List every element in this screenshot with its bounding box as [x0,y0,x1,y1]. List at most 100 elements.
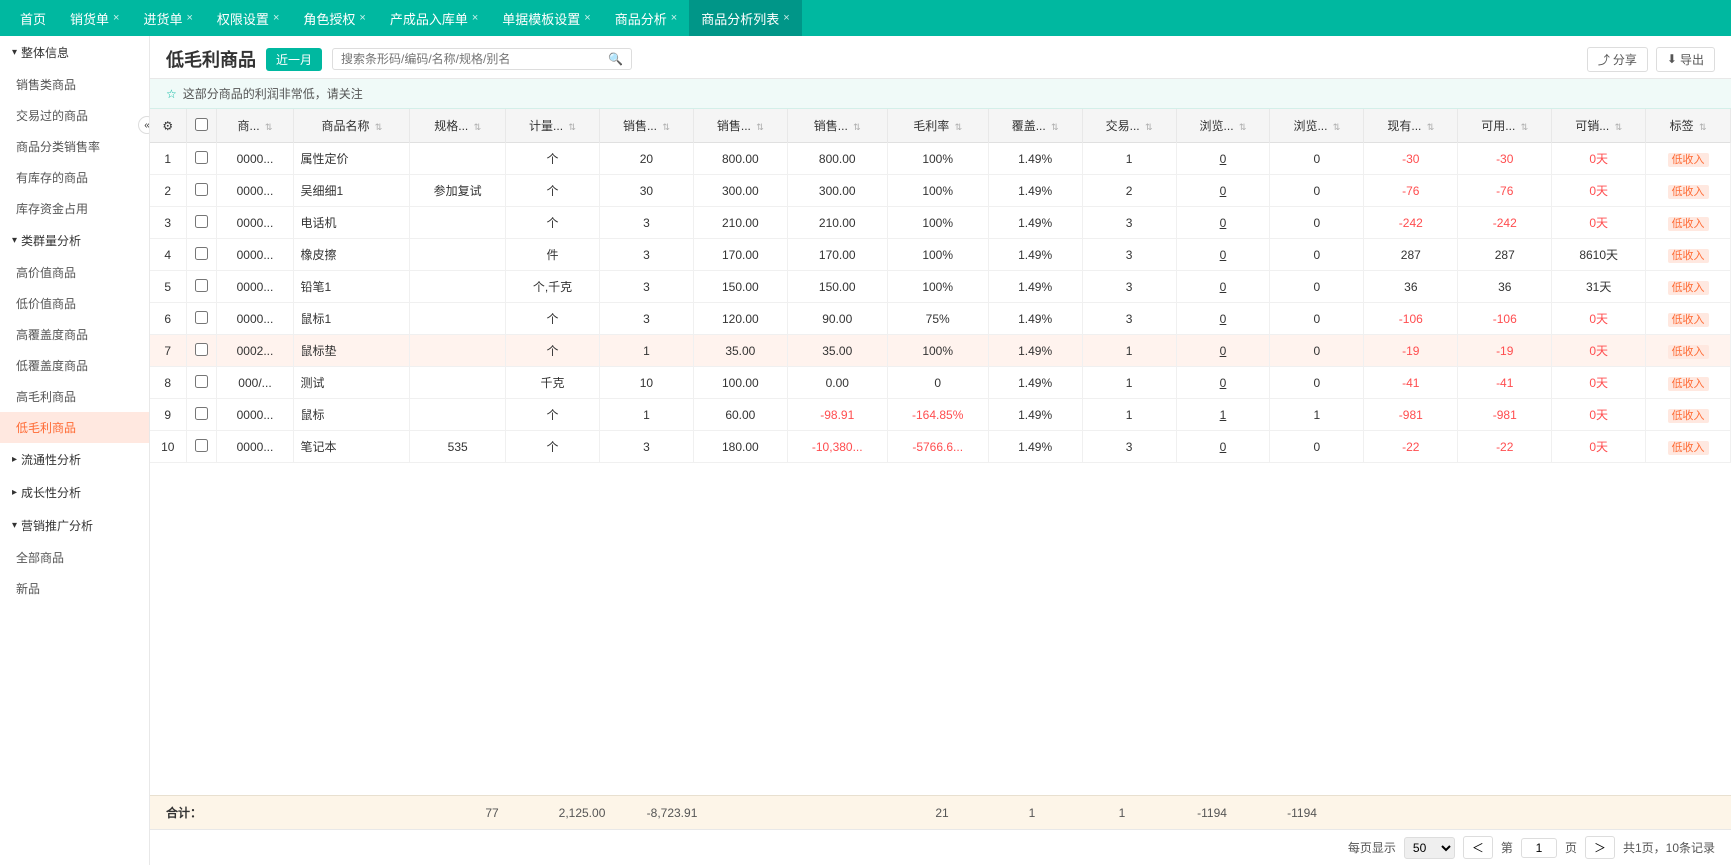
col-stock[interactable]: 现有... ⇅ [1364,109,1458,143]
sidebar-item-low-value[interactable]: 低价值商品 [0,288,149,319]
page-size-select[interactable]: 50 100 200 [1404,837,1455,859]
nav-permissions[interactable]: 权限设置 × [205,0,291,36]
col-transactions[interactable]: 交易... ⇅ [1082,109,1176,143]
sidebar-collapse-btn[interactable]: « [138,116,150,134]
row-views1[interactable]: 0 [1176,239,1270,271]
row-select-checkbox[interactable] [195,407,208,420]
nav-template-close[interactable]: × [584,12,590,24]
nav-roles[interactable]: 角色授权 × [291,0,377,36]
page-number-input[interactable] [1521,838,1557,858]
row-select-checkbox[interactable] [195,343,208,356]
sidebar-item-low-margin[interactable]: 低毛利商品 [0,412,149,443]
col-available[interactable]: 可用... ⇅ [1458,109,1552,143]
row-checkbox[interactable] [186,239,216,271]
row-name[interactable]: 笔记本 [294,431,410,463]
row-views1[interactable]: 0 [1176,207,1270,239]
row-views1[interactable]: 0 [1176,431,1270,463]
nav-roles-close[interactable]: × [359,12,365,24]
row-views1[interactable]: 0 [1176,335,1270,367]
sidebar-item-category-rate[interactable]: 商品分类销售率 [0,131,149,162]
sidebar-item-low-coverage[interactable]: 低覆盖度商品 [0,350,149,381]
row-select-checkbox[interactable] [195,439,208,452]
sidebar-item-traded-goods[interactable]: 交易过的商品 [0,100,149,131]
col-spec[interactable]: 规格... ⇅ [410,109,506,143]
nav-purchase-close[interactable]: × [186,12,192,24]
sidebar-item-high-coverage[interactable]: 高覆盖度商品 [0,319,149,350]
sidebar-item-high-margin[interactable]: 高毛利商品 [0,381,149,412]
sidebar-item-sales-goods[interactable]: 销售类商品 [0,69,149,100]
sidebar-section-cluster[interactable]: ▾ 类群量分析 [0,224,149,257]
col-sales-qty[interactable]: 销售... ⇅ [599,109,693,143]
row-views1[interactable]: 0 [1176,143,1270,175]
row-name[interactable]: 属性定价 [294,143,410,175]
export-button[interactable]: ⬇ 导出 [1656,47,1715,72]
row-checkbox[interactable] [186,271,216,303]
select-all-checkbox[interactable] [195,118,208,131]
nav-sales-close[interactable]: × [113,12,119,24]
row-select-checkbox[interactable] [195,215,208,228]
nav-purchase[interactable]: 进货单 × [131,0,204,36]
sidebar-item-capital[interactable]: 库存资金占用 [0,193,149,224]
search-icon[interactable]: 🔍 [608,52,623,66]
row-checkbox[interactable] [186,143,216,175]
share-button[interactable]: ⤴ 分享 [1587,47,1648,72]
sidebar-section-marketing[interactable]: ▾ 营销推广分析 [0,509,149,542]
col-coverage[interactable]: 覆盖... ⇅ [988,109,1082,143]
row-select-checkbox[interactable] [195,375,208,388]
nav-analysis[interactable]: 商品分析 × [603,0,689,36]
nav-home[interactable]: 首页 [8,0,58,36]
nav-permissions-close[interactable]: × [273,12,279,24]
nav-analysis-list[interactable]: 商品分析列表 × [689,0,801,36]
search-input[interactable] [341,52,608,66]
col-name[interactable]: 商品名称 ⇅ [294,109,410,143]
row-name[interactable]: 测试 [294,367,410,399]
col-sales-avg[interactable]: 销售... ⇅ [787,109,887,143]
sidebar-item-high-value[interactable]: 高价值商品 [0,257,149,288]
sidebar-section-overall[interactable]: ▾ 整体信息 [0,36,149,69]
row-views1[interactable]: 0 [1176,175,1270,207]
row-views1[interactable]: 0 [1176,303,1270,335]
sidebar-section-growth[interactable]: ▸ 成长性分析 [0,476,149,509]
nav-analysis-list-close[interactable]: × [783,12,789,24]
row-select-checkbox[interactable] [195,247,208,260]
col-tag[interactable]: 标签 ⇅ [1646,109,1731,143]
nav-analysis-close[interactable]: × [671,12,677,24]
sidebar-item-new-goods[interactable]: 新品 [0,573,149,604]
row-select-checkbox[interactable] [195,151,208,164]
row-select-checkbox[interactable] [195,279,208,292]
sidebar-item-in-stock[interactable]: 有库存的商品 [0,162,149,193]
date-filter-button[interactable]: 近一月 [266,48,322,71]
row-name[interactable]: 鼠标1 [294,303,410,335]
row-checkbox[interactable] [186,175,216,207]
row-name[interactable]: 橡皮擦 [294,239,410,271]
col-unit[interactable]: 计量... ⇅ [506,109,600,143]
row-select-checkbox[interactable] [195,311,208,324]
sidebar-section-flow[interactable]: ▸ 流通性分析 [0,443,149,476]
col-sales-price[interactable]: 销售... ⇅ [693,109,787,143]
row-checkbox[interactable] [186,303,216,335]
row-checkbox[interactable] [186,335,216,367]
col-gross-rate[interactable]: 毛利率 ⇅ [887,109,988,143]
row-checkbox[interactable] [186,399,216,431]
next-page-button[interactable]: ＞ [1585,836,1615,859]
nav-sales[interactable]: 销货单 × [58,0,131,36]
row-name[interactable]: 吴细细1 [294,175,410,207]
row-checkbox[interactable] [186,207,216,239]
nav-product-entry-close[interactable]: × [472,12,478,24]
row-views1[interactable]: 0 [1176,271,1270,303]
row-checkbox[interactable] [186,367,216,399]
sidebar-item-all-goods[interactable]: 全部商品 [0,542,149,573]
prev-page-button[interactable]: ＜ [1463,836,1493,859]
row-name[interactable]: 鼠标 [294,399,410,431]
col-saleable[interactable]: 可销... ⇅ [1552,109,1646,143]
row-name[interactable]: 电话机 [294,207,410,239]
nav-template[interactable]: 单据模板设置 × [490,0,602,36]
row-name[interactable]: 铅笔1 [294,271,410,303]
col-settings[interactable]: ⚙ [150,109,186,143]
col-views2[interactable]: 浏览... ⇅ [1270,109,1364,143]
col-code[interactable]: 商... ⇅ [216,109,294,143]
col-views1[interactable]: 浏览... ⇅ [1176,109,1270,143]
row-checkbox[interactable] [186,431,216,463]
row-name[interactable]: 鼠标垫 [294,335,410,367]
nav-product-entry[interactable]: 产成品入库单 × [378,0,490,36]
